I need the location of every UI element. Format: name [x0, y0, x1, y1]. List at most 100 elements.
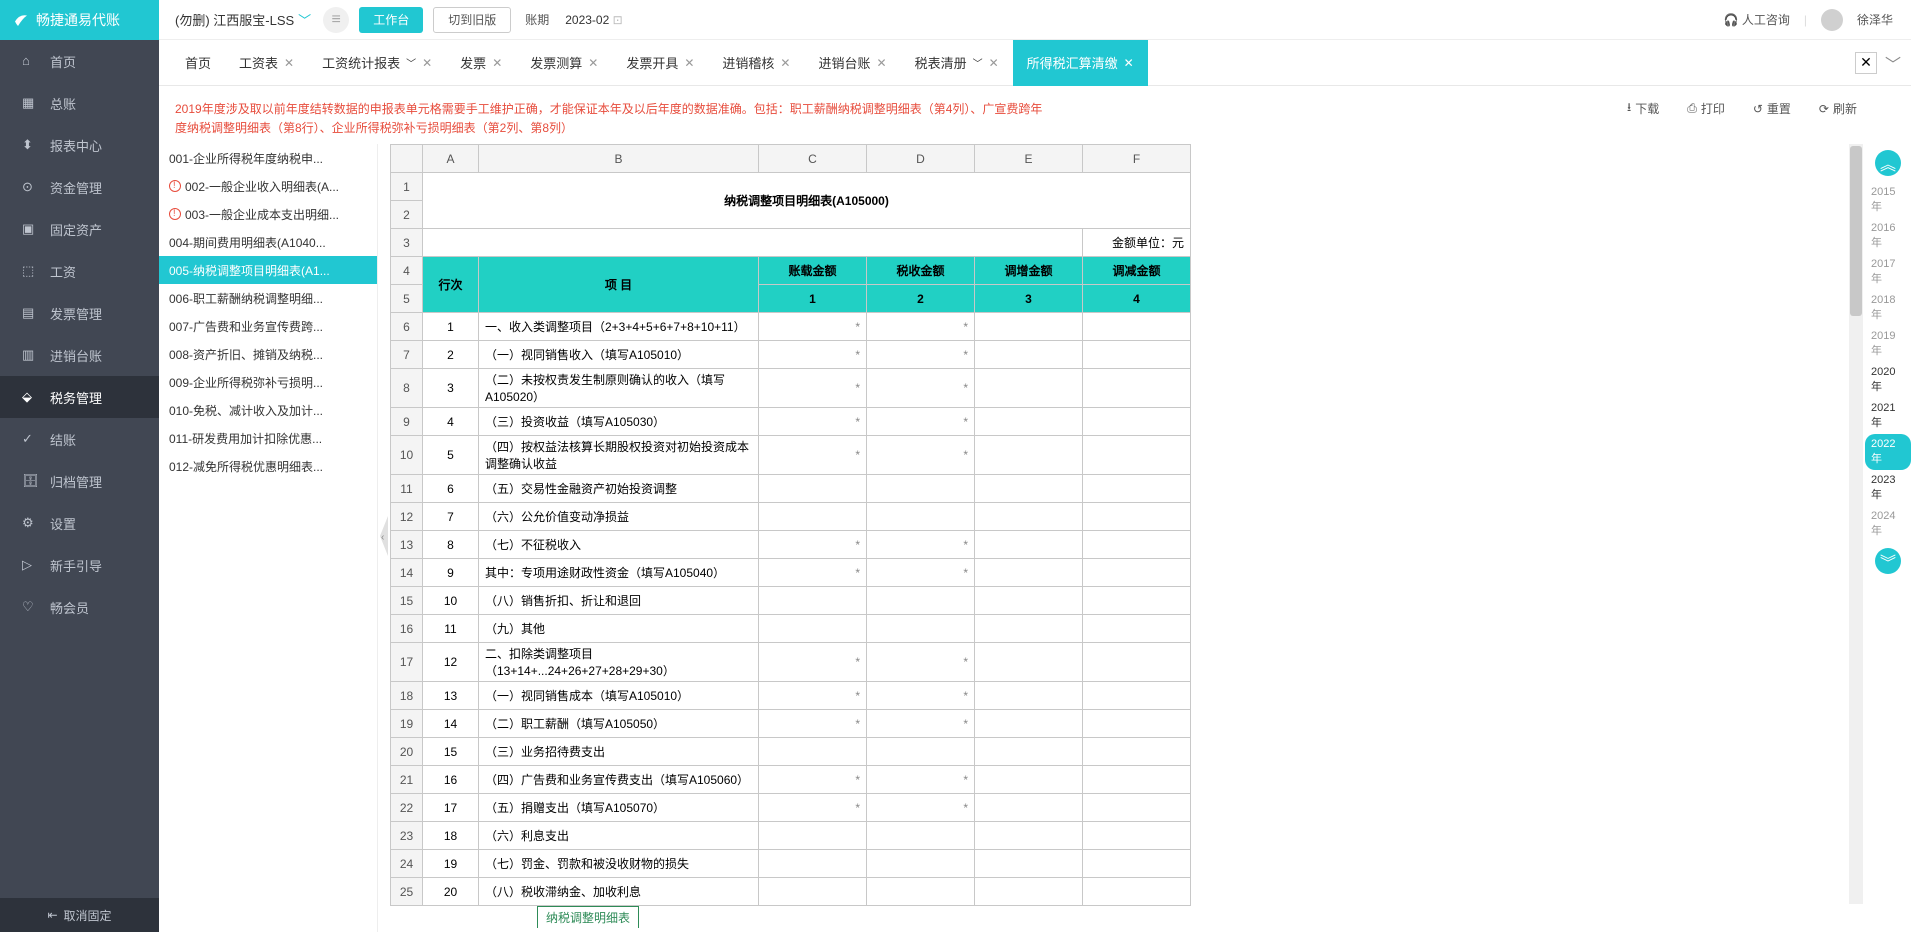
tab-4[interactable]: 发票测算✕ [516, 40, 612, 86]
close-icon[interactable]: ✕ [492, 56, 502, 70]
period-value[interactable]: 2023-02 ⊡ [557, 10, 630, 30]
sidebar-item-0[interactable]: ⌂首页 [0, 40, 159, 82]
table-row[interactable]: 61一、收入类调整项目（2+3+4+5+6+7+8+10+11）** [391, 313, 1191, 341]
close-icon[interactable]: ✕ [877, 56, 887, 70]
tab-1[interactable]: 工资表✕ [225, 40, 308, 86]
sidebar-item-13[interactable]: ♡畅会员 [0, 586, 159, 628]
header-circle-button[interactable]: ≡ [323, 7, 349, 33]
consult-link[interactable]: 🎧 人工咨询 [1724, 11, 1790, 28]
form-list: 001-企业所得税年度纳税申...002-一般企业收入明细表(A...003-一… [159, 144, 378, 932]
table-row[interactable]: 149 其中：专项用途财政性资金（填写A105040）** [391, 559, 1191, 587]
tab-0[interactable]: 首页 [171, 40, 225, 86]
table-row[interactable]: 72（一）视同销售收入（填写A105010）** [391, 341, 1191, 369]
year-2017年: 2017年 [1865, 254, 1911, 290]
form-list-item-10[interactable]: 011-研发费用加计扣除优惠... [159, 424, 377, 452]
workbench-button[interactable]: 工作台 [359, 7, 423, 33]
sidebar-item-5[interactable]: ⬚工资 [0, 250, 159, 292]
sidebar-item-8[interactable]: ⬙税务管理 [0, 376, 159, 418]
form-list-item-1[interactable]: 002-一般企业收入明细表(A... [159, 172, 377, 200]
user-avatar[interactable] [1821, 9, 1843, 31]
sidebar-item-6[interactable]: ▤发票管理 [0, 292, 159, 334]
vertical-scrollbar[interactable] [1849, 144, 1863, 904]
close-icon[interactable]: ✕ [780, 56, 790, 70]
table-row[interactable]: 1914（二）职工薪酬（填写A105050）** [391, 710, 1191, 738]
table-row[interactable]: 2318（六）利息支出 [391, 822, 1191, 850]
content-area: 2019年度涉及取以前年度结转数据的申报表单元格需要手工维护正确，才能保证本年及… [159, 86, 1911, 932]
download-button[interactable]: ⭳下载 [1627, 98, 1659, 119]
table-row[interactable]: 127（六）公允价值变动净损益 [391, 503, 1191, 531]
year-2022年[interactable]: 2022年 [1865, 434, 1911, 470]
spreadsheet[interactable]: ABCDEF1纳税调整项目明细表(A105000)23金额单位：元4行次项 目账… [390, 144, 1865, 932]
tabs-chevron-down-icon[interactable]: ﹀ [1885, 51, 1901, 75]
year-up-button[interactable]: ︽ [1875, 150, 1901, 176]
table-row[interactable]: 94（三）投资收益（填写A105030）** [391, 408, 1191, 436]
col-header[interactable]: D [867, 145, 975, 173]
collapse-handle[interactable]: ‹ [378, 516, 390, 561]
switch-old-button[interactable]: 切到旧版 [433, 7, 511, 33]
tab-6[interactable]: 进销稽核✕ [708, 40, 804, 86]
table-row[interactable]: 105（四）按权益法核算长期股权投资对初始投资成本调整确认收益** [391, 436, 1191, 475]
form-list-item-9[interactable]: 010-免税、减计收入及加计... [159, 396, 377, 424]
table-row[interactable]: 1813（一）视同销售成本（填写A105010）** [391, 682, 1191, 710]
sidebar-item-1[interactable]: ▦总账 [0, 82, 159, 124]
form-list-item-5[interactable]: 006-职工薪酬纳税调整明细... [159, 284, 377, 312]
col-header[interactable]: C [759, 145, 867, 173]
tab-8[interactable]: 税表清册﹀✕ [901, 40, 1013, 86]
sheet-toolbar: ⭳下载 ⎙打印 ↺重置 ⟳刷新 [1627, 98, 1857, 119]
reset-button[interactable]: ↺重置 [1753, 98, 1791, 119]
form-list-item-7[interactable]: 008-资产折旧、摊销及纳税... [159, 340, 377, 368]
table-row[interactable]: 2520（八）税收滞纳金、加收利息 [391, 878, 1191, 906]
year-2023年[interactable]: 2023年 [1865, 470, 1911, 506]
table-row[interactable]: 2015（三）业务招待费支出 [391, 738, 1191, 766]
sidebar-item-7[interactable]: ▥进销台账 [0, 334, 159, 376]
close-icon[interactable]: ✕ [1124, 56, 1134, 70]
tab-7[interactable]: 进销台账✕ [804, 40, 900, 86]
table-row[interactable]: 1611（九）其他 [391, 615, 1191, 643]
form-list-item-2[interactable]: 003-一般企业成本支出明细... [159, 200, 377, 228]
table-row[interactable]: 1712二、扣除类调整项目（13+14+...24+26+27+28+29+30… [391, 643, 1191, 682]
sidebar-unpin[interactable]: ⇤取消固定 [0, 898, 159, 932]
sidebar-item-3[interactable]: ⊙资金管理 [0, 166, 159, 208]
col-header[interactable]: F [1083, 145, 1191, 173]
table-row[interactable]: 138（七）不征税收入** [391, 531, 1191, 559]
sheet-tab[interactable]: 纳税调整明细表 [537, 906, 639, 928]
col-header[interactable]: E [975, 145, 1083, 173]
tab-9[interactable]: 所得税汇算清缴✕ [1013, 40, 1148, 86]
table-row[interactable]: 2217（五）捐赠支出（填写A105070）** [391, 794, 1191, 822]
close-icon[interactable]: ✕ [422, 56, 432, 70]
sidebar-item-10[interactable]: 🗄归档管理 [0, 460, 159, 502]
col-header[interactable]: B [479, 145, 759, 173]
tab-2[interactable]: 工资统计报表﹀✕ [308, 40, 446, 86]
form-list-item-8[interactable]: 009-企业所得税弥补亏损明... [159, 368, 377, 396]
close-icon[interactable]: ✕ [284, 56, 294, 70]
year-2020年[interactable]: 2020年 [1865, 362, 1911, 398]
org-select[interactable]: (勿删) 江西服宝-LSS ﹀ [175, 10, 311, 29]
close-all-tabs-button[interactable]: ✕ [1855, 52, 1877, 74]
col-header[interactable]: A [423, 145, 479, 173]
tab-3[interactable]: 发票✕ [446, 40, 516, 86]
year-down-button[interactable]: ︾ [1875, 548, 1901, 574]
form-list-item-3[interactable]: 004-期间费用明细表(A1040... [159, 228, 377, 256]
sidebar-item-4[interactable]: ▣固定资产 [0, 208, 159, 250]
table-row[interactable]: 2419（七）罚金、罚款和被没收财物的损失 [391, 850, 1191, 878]
sidebar-item-12[interactable]: ▷新手引导 [0, 544, 159, 586]
close-icon[interactable]: ✕ [989, 56, 999, 70]
form-list-item-4[interactable]: 005-纳税调整项目明细表(A1... [159, 256, 377, 284]
form-list-item-0[interactable]: 001-企业所得税年度纳税申... [159, 144, 377, 172]
form-list-item-11[interactable]: 012-减免所得税优惠明细表... [159, 452, 377, 480]
sidebar-item-9[interactable]: ✓结账 [0, 418, 159, 460]
user-name[interactable]: 徐泽华 [1857, 11, 1893, 28]
table-row[interactable]: 116（五）交易性金融资产初始投资调整 [391, 475, 1191, 503]
table-row[interactable]: 2116（四）广告费和业务宣传费支出（填写A105060）** [391, 766, 1191, 794]
sidebar-item-11[interactable]: ⚙设置 [0, 502, 159, 544]
form-list-item-6[interactable]: 007-广告费和业务宣传费跨... [159, 312, 377, 340]
print-button[interactable]: ⎙打印 [1687, 98, 1725, 119]
close-icon[interactable]: ✕ [588, 56, 598, 70]
year-2021年[interactable]: 2021年 [1865, 398, 1911, 434]
tab-5[interactable]: 发票开具✕ [612, 40, 708, 86]
table-row[interactable]: 83（二）未按权责发生制原则确认的收入（填写A105020）** [391, 369, 1191, 408]
sidebar-item-2[interactable]: ⬍报表中心 [0, 124, 159, 166]
table-row[interactable]: 1510（八）销售折扣、折让和退回 [391, 587, 1191, 615]
close-icon[interactable]: ✕ [684, 56, 694, 70]
refresh-button[interactable]: ⟳刷新 [1819, 98, 1857, 119]
